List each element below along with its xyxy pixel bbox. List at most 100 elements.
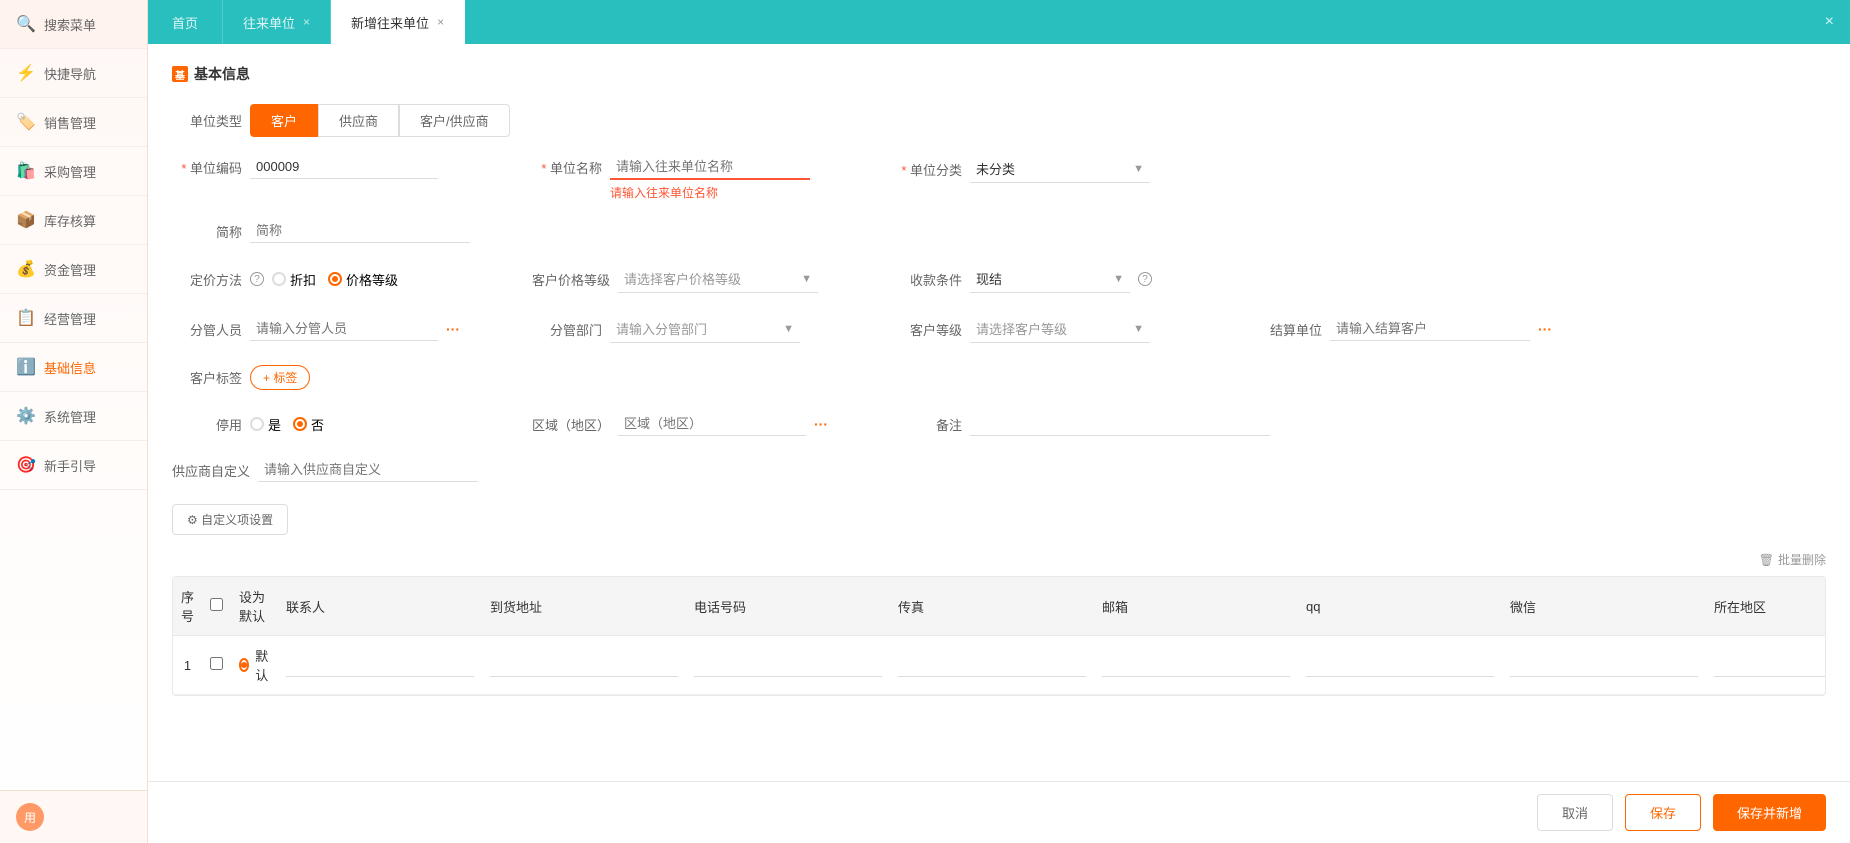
- sidebar-item-quicknav[interactable]: ⚡ 快捷导航: [0, 49, 147, 98]
- department-select[interactable]: 请输入分管部门 ▼: [610, 315, 800, 343]
- sidebar-item-label: 搜索菜单: [44, 15, 96, 34]
- save-new-button[interactable]: 保存并新增: [1713, 794, 1826, 831]
- manager-more-btn[interactable]: ···: [446, 321, 460, 337]
- sidebar-item-label: 经营管理: [44, 309, 96, 328]
- qq-input[interactable]: [1306, 653, 1494, 677]
- unit-name-input[interactable]: [610, 155, 810, 180]
- sidebar-item-sales[interactable]: 🏷️ 销售管理: [0, 98, 147, 147]
- sales-icon: 🏷️: [16, 112, 36, 132]
- form-row-tags: 客户标签 + 标签: [172, 365, 1826, 394]
- form-group-supplier-custom: 供应商自定义: [172, 458, 492, 482]
- supplier-custom-input[interactable]: [258, 458, 478, 482]
- content-area: 基 基本信息 单位类型 客户 供应商 客户/供应商 单位编码 单位名称: [148, 44, 1850, 781]
- cancel-button[interactable]: 取消: [1537, 794, 1613, 831]
- td-seq: 1: [173, 636, 202, 695]
- contact-input[interactable]: [286, 653, 474, 677]
- sidebar-item-search[interactable]: 🔍 搜索菜单: [0, 0, 147, 49]
- radio-discount-circle: [272, 272, 286, 286]
- add-tag-btn[interactable]: + 标签: [250, 365, 310, 390]
- form-group-region: 区域（地区） ···: [532, 412, 852, 436]
- email-input[interactable]: [1102, 653, 1290, 677]
- row-region-input[interactable]: [1714, 653, 1826, 677]
- form-group-pricing-method: 定价方法 ? 折扣 价格等级: [172, 270, 492, 289]
- unit-category-chevron: ▼: [1133, 163, 1144, 175]
- th-default: 设为默认: [231, 577, 278, 636]
- pricing-radio-group: 折扣 价格等级: [272, 270, 398, 289]
- td-wechat: [1502, 636, 1706, 695]
- td-email: [1094, 636, 1298, 695]
- radio-discount[interactable]: 折扣: [272, 270, 316, 289]
- save-button[interactable]: 保存: [1625, 794, 1701, 831]
- settlement-unit-more-btn[interactable]: ···: [1538, 321, 1552, 337]
- customer-price-select[interactable]: 请选择客户价格等级 ▼: [618, 265, 818, 293]
- window-close-icon[interactable]: ×: [1825, 13, 1834, 31]
- unit-type-both-btn[interactable]: 客户/供应商: [399, 104, 510, 137]
- sidebar-item-system[interactable]: ⚙️ 系统管理: [0, 392, 147, 441]
- tab-transactions[interactable]: 往来单位 ×: [223, 0, 331, 44]
- settlement-unit-input[interactable]: [1330, 317, 1530, 341]
- sidebar-item-inventory[interactable]: 📦 库存核算: [0, 196, 147, 245]
- payment-terms-chevron: ▼: [1113, 273, 1124, 285]
- tab-transactions-close[interactable]: ×: [303, 16, 310, 28]
- tab-home-label: 首页: [172, 13, 198, 32]
- department-label: 分管部门: [532, 320, 602, 339]
- tab-new-transaction-close[interactable]: ×: [437, 16, 444, 28]
- th-qq: qq: [1298, 577, 1502, 636]
- purchase-icon: 🛍️: [16, 161, 36, 181]
- form-group-unit-name: 单位名称: [532, 155, 852, 180]
- batch-delete-btn[interactable]: 🗑 批量删除: [1759, 551, 1826, 568]
- sidebar-item-guide[interactable]: 🎯 新手引导: [0, 441, 147, 490]
- region-more-btn[interactable]: ···: [814, 416, 828, 432]
- radio-price-level-label: 价格等级: [346, 270, 398, 289]
- region-input[interactable]: [618, 412, 806, 436]
- form-group-payment-terms: 收款条件 现结 ▼ ?: [892, 265, 1212, 293]
- sidebar-item-finance[interactable]: 💰 资金管理: [0, 245, 147, 294]
- manager-input[interactable]: [250, 317, 438, 341]
- supplier-custom-label: 供应商自定义: [172, 461, 250, 480]
- sidebar-item-operations[interactable]: 📋 经营管理: [0, 294, 147, 343]
- radio-price-level[interactable]: 价格等级: [328, 270, 398, 289]
- custom-settings-btn[interactable]: ⚙ 自定义项设置: [172, 504, 288, 535]
- tab-home[interactable]: 首页: [148, 0, 223, 44]
- td-qq: [1298, 636, 1502, 695]
- unit-type-customer-btn[interactable]: 客户: [250, 104, 318, 137]
- unit-type-supplier-btn[interactable]: 供应商: [318, 104, 399, 137]
- department-value: 请输入分管部门: [616, 319, 779, 338]
- pricing-method-help-icon[interactable]: ?: [250, 272, 264, 286]
- short-name-input[interactable]: [250, 219, 470, 243]
- radio-yes[interactable]: 是: [250, 415, 281, 434]
- td-region: [1706, 636, 1826, 695]
- select-all-checkbox[interactable]: [210, 598, 223, 611]
- section-title-basic-info: 基 基本信息: [172, 64, 1826, 84]
- unit-code-label: 单位编码: [172, 158, 242, 177]
- phone-input[interactable]: [694, 653, 882, 677]
- sidebar-item-basic-info[interactable]: ℹ️ 基础信息: [0, 343, 147, 392]
- tab-new-transaction[interactable]: 新增往来单位 ×: [331, 0, 465, 44]
- customer-price-value: 请选择客户价格等级: [624, 269, 797, 288]
- th-fax: 传真: [890, 577, 1094, 636]
- wechat-input[interactable]: [1510, 653, 1698, 677]
- sidebar-item-label: 系统管理: [44, 407, 96, 426]
- radio-no-dot: [297, 421, 303, 427]
- customer-level-select[interactable]: 请选择客户等级 ▼: [970, 315, 1150, 343]
- form-row-disabled-region: 停用 是 否 区域（地区）: [172, 412, 1826, 440]
- address-input[interactable]: [490, 653, 678, 677]
- unit-category-select[interactable]: 未分类 ▼: [970, 155, 1150, 183]
- unit-code-input[interactable]: [250, 155, 438, 179]
- row-default-radio[interactable]: 默认: [239, 646, 270, 684]
- form-row-manager: 分管人员 ··· 分管部门 请输入分管部门 ▼ 客户等级 请选择客户等级 ▼: [172, 315, 1826, 347]
- form-group-customer-level: 客户等级 请选择客户等级 ▼: [892, 315, 1212, 343]
- table-header-row: 序号 设为默认 联系人 到货地址 电话号码 传真 邮箱 qq 微信 所在地区 操…: [173, 577, 1826, 636]
- th-address: 到货地址: [482, 577, 686, 636]
- th-email: 邮箱: [1094, 577, 1298, 636]
- payment-terms-help-icon[interactable]: ?: [1138, 272, 1152, 286]
- row-checkbox[interactable]: [210, 657, 223, 670]
- inventory-icon: 📦: [16, 210, 36, 230]
- td-fax: [890, 636, 1094, 695]
- remark-input[interactable]: [970, 412, 1270, 436]
- payment-terms-select[interactable]: 现结 ▼: [970, 265, 1130, 293]
- sidebar-item-purchase[interactable]: 🛍️ 采购管理: [0, 147, 147, 196]
- fax-input[interactable]: [898, 653, 1086, 677]
- radio-no[interactable]: 否: [293, 415, 324, 434]
- form-group-customer-price: 客户价格等级 请选择客户价格等级 ▼: [532, 265, 852, 293]
